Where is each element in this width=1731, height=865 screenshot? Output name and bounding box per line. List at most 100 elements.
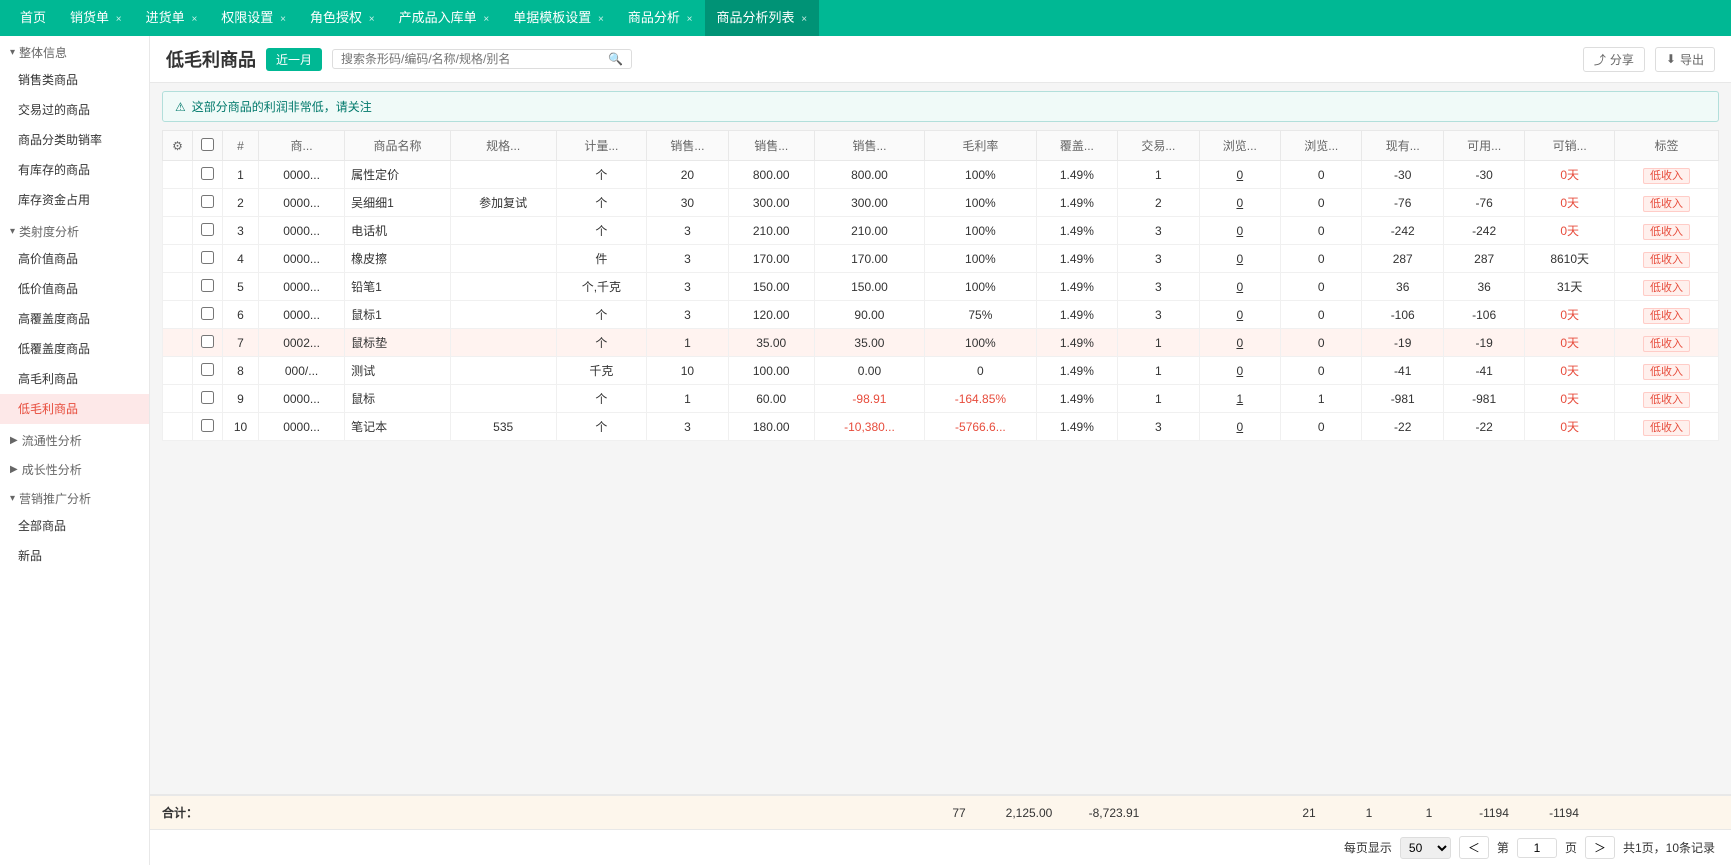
- cell-settings[interactable]: [163, 189, 193, 217]
- cell-checkbox[interactable]: [193, 301, 223, 329]
- nav-role-auth[interactable]: 角色授权 ×: [298, 0, 387, 36]
- cell-checkbox[interactable]: [193, 329, 223, 357]
- col-spec[interactable]: 规格...: [450, 131, 556, 161]
- col-code[interactable]: 商...: [259, 131, 345, 161]
- next-page-button[interactable]: ＞: [1585, 836, 1615, 859]
- cell-views1[interactable]: 0: [1199, 413, 1280, 441]
- nav-home[interactable]: 首页: [8, 0, 58, 36]
- cell-name[interactable]: 吴细细1: [345, 189, 451, 217]
- page-input[interactable]: [1517, 838, 1557, 858]
- cell-name[interactable]: 铅笔1: [345, 273, 451, 301]
- sidebar-item-traded-products[interactable]: 交易过的商品: [0, 95, 149, 125]
- nav-product-analysis[interactable]: 商品分析 ×: [616, 0, 705, 36]
- row-checkbox[interactable]: [201, 391, 214, 404]
- cell-settings[interactable]: [163, 413, 193, 441]
- col-name[interactable]: 商品名称: [345, 131, 451, 161]
- nav-close-purchase[interactable]: ×: [189, 14, 198, 25]
- row-checkbox[interactable]: [201, 363, 214, 376]
- sidebar-item-in-stock[interactable]: 有库存的商品: [0, 155, 149, 185]
- cell-views1[interactable]: 0: [1199, 357, 1280, 385]
- nav-close-template[interactable]: ×: [595, 14, 604, 25]
- cell-checkbox[interactable]: [193, 413, 223, 441]
- row-checkbox[interactable]: [201, 419, 214, 432]
- cell-checkbox[interactable]: [193, 161, 223, 189]
- cell-settings[interactable]: [163, 245, 193, 273]
- search-input[interactable]: [341, 52, 608, 66]
- prev-page-button[interactable]: ＜: [1459, 836, 1489, 859]
- sidebar-group-growth[interactable]: ▶ 成长性分析: [0, 453, 149, 482]
- search-box[interactable]: 🔍: [332, 49, 632, 69]
- cell-name[interactable]: 笔记本: [345, 413, 451, 441]
- sidebar-item-all-products[interactable]: 全部商品: [0, 511, 149, 541]
- sidebar-item-new-products[interactable]: 新品: [0, 541, 149, 571]
- nav-sales-order[interactable]: 销货单 ×: [58, 0, 134, 36]
- row-checkbox[interactable]: [201, 279, 214, 292]
- cell-checkbox[interactable]: [193, 385, 223, 413]
- cell-settings[interactable]: [163, 161, 193, 189]
- row-checkbox[interactable]: [201, 223, 214, 236]
- cell-views1[interactable]: 0: [1199, 217, 1280, 245]
- col-trade-count[interactable]: 交易...: [1118, 131, 1199, 161]
- nav-close-sales[interactable]: ×: [113, 14, 122, 25]
- nav-close-product[interactable]: ×: [481, 14, 490, 25]
- cell-name[interactable]: 鼠标: [345, 385, 451, 413]
- col-sales-price[interactable]: 销售...: [728, 131, 814, 161]
- export-button[interactable]: ⬇ 导出: [1655, 47, 1715, 72]
- cell-settings[interactable]: [163, 329, 193, 357]
- cell-views1[interactable]: 0: [1199, 329, 1280, 357]
- row-checkbox[interactable]: [201, 251, 214, 264]
- cell-name[interactable]: 电话机: [345, 217, 451, 245]
- cell-views1[interactable]: 0: [1199, 189, 1280, 217]
- cell-name[interactable]: 属性定价: [345, 161, 451, 189]
- cell-views1[interactable]: 1: [1199, 385, 1280, 413]
- cell-settings[interactable]: [163, 357, 193, 385]
- cell-views1[interactable]: 0: [1199, 301, 1280, 329]
- col-views2[interactable]: 浏览...: [1281, 131, 1362, 161]
- col-saleable[interactable]: 可销...: [1525, 131, 1615, 161]
- nav-close-analysis-list[interactable]: ×: [799, 14, 808, 25]
- nav-product-instock[interactable]: 产成品入库单 ×: [387, 0, 502, 36]
- sidebar-group-category[interactable]: ▾ 类射度分析: [0, 215, 149, 244]
- sidebar-group-marketing[interactable]: ▾ 营销推广分析: [0, 482, 149, 511]
- nav-close-role[interactable]: ×: [366, 14, 375, 25]
- cell-checkbox[interactable]: [193, 245, 223, 273]
- sidebar-item-high-coverage[interactable]: 高覆盖度商品: [0, 304, 149, 334]
- row-checkbox[interactable]: [201, 307, 214, 320]
- nav-template-settings[interactable]: 单据模板设置 ×: [501, 0, 616, 36]
- nav-close-permission[interactable]: ×: [277, 14, 286, 25]
- sidebar-item-low-coverage[interactable]: 低覆盖度商品: [0, 334, 149, 364]
- cell-settings[interactable]: [163, 301, 193, 329]
- sidebar-item-low-value[interactable]: 低价值商品: [0, 274, 149, 304]
- row-checkbox[interactable]: [201, 167, 214, 180]
- col-views1[interactable]: 浏览...: [1199, 131, 1280, 161]
- cell-checkbox[interactable]: [193, 217, 223, 245]
- sidebar-item-category-rate[interactable]: 商品分类助销率: [0, 125, 149, 155]
- sidebar-item-high-value[interactable]: 高价值商品: [0, 244, 149, 274]
- col-tag[interactable]: 标签: [1614, 131, 1718, 161]
- col-current-stock[interactable]: 现有...: [1362, 131, 1443, 161]
- col-sales-amount[interactable]: 销售...: [814, 131, 924, 161]
- sidebar-item-high-margin[interactable]: 高毛利商品: [0, 364, 149, 394]
- cell-views1[interactable]: 0: [1199, 245, 1280, 273]
- filter-recent-month-button[interactable]: 近一月: [266, 48, 322, 71]
- col-gross-margin[interactable]: 毛利率: [925, 131, 1037, 161]
- sidebar-group-overall[interactable]: ▾ 整体信息: [0, 36, 149, 65]
- sidebar-item-stock-capital[interactable]: 库存资金占用: [0, 185, 149, 215]
- sidebar-item-low-margin[interactable]: 低毛利商品: [0, 394, 149, 424]
- cell-settings[interactable]: [163, 385, 193, 413]
- col-available[interactable]: 可用...: [1443, 131, 1524, 161]
- nav-product-analysis-list[interactable]: 商品分析列表 ×: [705, 0, 820, 36]
- col-settings[interactable]: ⚙: [163, 131, 193, 161]
- cell-name[interactable]: 鼠标垫: [345, 329, 451, 357]
- col-sales-qty[interactable]: 销售...: [647, 131, 728, 161]
- cell-name[interactable]: 测试: [345, 357, 451, 385]
- cell-name[interactable]: 橡皮擦: [345, 245, 451, 273]
- per-page-select[interactable]: 50 20 100: [1400, 837, 1451, 859]
- col-checkbox[interactable]: [193, 131, 223, 161]
- row-checkbox[interactable]: [201, 195, 214, 208]
- share-button[interactable]: ⤴ 分享: [1583, 47, 1645, 72]
- nav-close-analysis[interactable]: ×: [684, 14, 693, 25]
- col-coverage[interactable]: 覆盖...: [1036, 131, 1117, 161]
- cell-checkbox[interactable]: [193, 189, 223, 217]
- row-checkbox[interactable]: [201, 335, 214, 348]
